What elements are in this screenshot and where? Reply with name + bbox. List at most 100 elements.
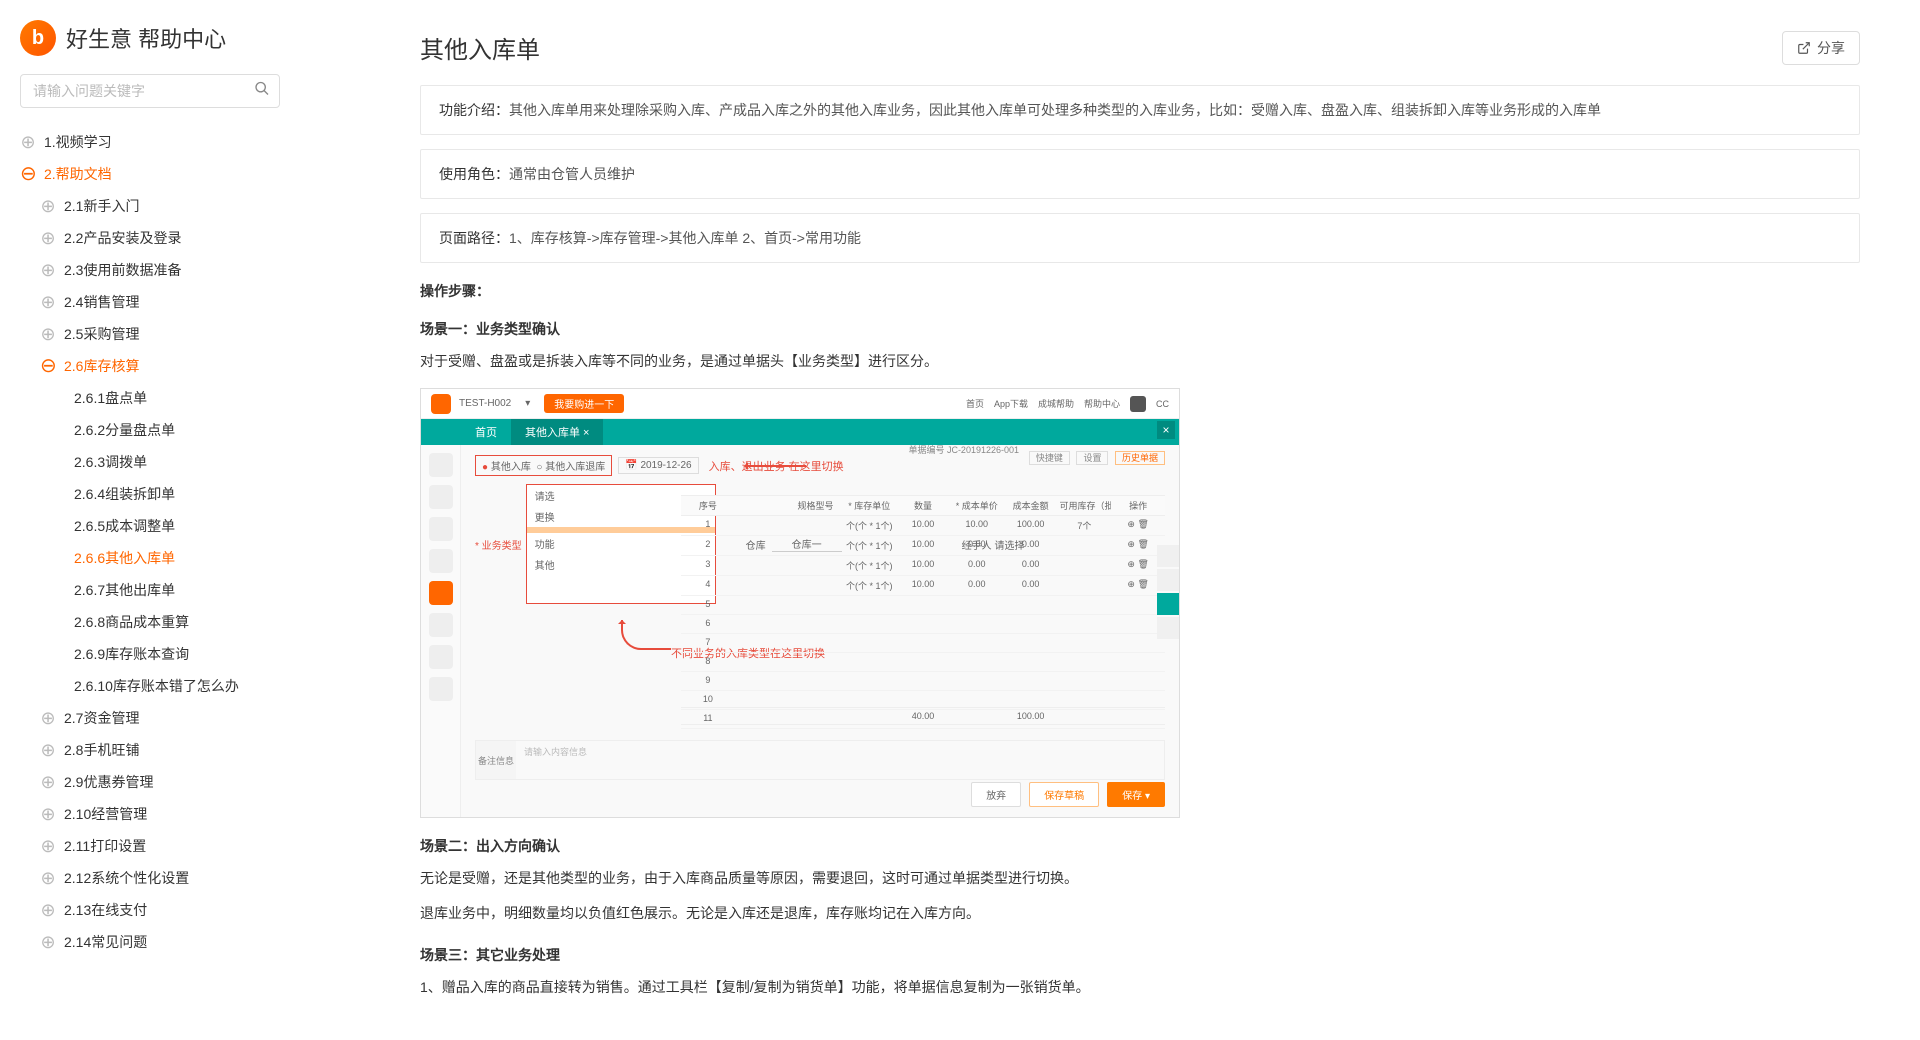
steps-label: 操作步骤：: [420, 281, 1860, 301]
nav-label: 2.6.7其他出库单: [74, 574, 175, 606]
scene2-p1: 无论是受赠，还是其他类型的业务，由于入库商品质量等原因，需要退回，这时可通过单据…: [420, 866, 1860, 891]
nav-label: 2.10经营管理: [64, 798, 147, 830]
nav-2-6-5[interactable]: 2.6.5成本调整单: [74, 510, 280, 542]
nav-2-3[interactable]: ⊕2.3使用前数据准备: [40, 254, 280, 286]
nav-2-10[interactable]: ⊕ 2.10经营管理: [40, 798, 280, 830]
logo-text: 好生意 帮助中心: [66, 22, 226, 54]
ss-logo-icon: [431, 394, 451, 414]
nav-2-6-2[interactable]: 2.6.2分量盘点单: [74, 414, 280, 446]
nav-label: 2.6.8商品成本重算: [74, 606, 189, 638]
minus-icon: ⊖: [20, 164, 36, 184]
logo-icon: b: [20, 20, 56, 56]
share-icon: [1797, 41, 1811, 55]
share-label: 分享: [1817, 38, 1845, 58]
nav-label: 2.1新手入门: [64, 190, 139, 222]
nav-label: 1.视频学习: [44, 126, 112, 158]
nav-label: 2.6库存核算: [64, 350, 139, 382]
nav-2-6-7[interactable]: 2.6.7其他出库单: [74, 574, 280, 606]
ss-chk3: 历史单据: [1115, 451, 1165, 465]
ss-btn-cancel: 放弃: [971, 782, 1021, 807]
nav-label: 2.2产品安装及登录: [64, 222, 181, 254]
plus-icon: ⊕: [20, 133, 36, 151]
plus-icon: ⊕: [40, 229, 56, 247]
ss-date: 2019-12-26: [640, 460, 691, 471]
nav-2-2[interactable]: ⊕ 2.2产品安装及登录: [40, 222, 280, 254]
minus-icon: ⊖: [40, 356, 56, 376]
page-title: 其他入库单: [420, 30, 540, 65]
nav-label: 2.14常见问题: [64, 926, 147, 958]
nav-2-6-1[interactable]: 2.6.1盘点单: [74, 382, 280, 414]
ss-doc-no: 单据编号 JC-20191226-001: [908, 443, 1019, 456]
nav-2-6-4[interactable]: 2.6.4组装拆卸单: [74, 478, 280, 510]
plus-icon: ⊕: [40, 805, 56, 823]
plus-icon: ⊕: [40, 197, 56, 215]
nav-2[interactable]: ⊖2.帮助文档: [20, 158, 280, 190]
ss-app: App下载: [994, 397, 1028, 410]
ss-bizlabel: * 业务类型: [475, 537, 522, 552]
nav-label: 2.6.1盘点单: [74, 382, 147, 414]
avatar-icon: [1130, 396, 1146, 412]
logo: b 好生意 帮助中心: [20, 20, 280, 56]
nav-2-7[interactable]: ⊕2.7资金管理: [40, 702, 280, 734]
nav-2-14[interactable]: ⊕ 2.14常见问题: [40, 926, 280, 958]
ss-test: TEST-H002: [459, 398, 511, 409]
scene3-p1: 1、赠品入库的商品直接转为销售。通过工具栏【复制/复制为销货单】功能，将单据信息…: [420, 975, 1860, 1000]
share-button[interactable]: 分享: [1782, 31, 1860, 65]
nav-label: 2.6.4组装拆卸单: [74, 478, 175, 510]
nav-label: 2.13在线支付: [64, 894, 147, 926]
nav-2-6[interactable]: ⊖ 2.6库存核算: [40, 350, 280, 382]
nav-label: 2.9优惠券管理: [64, 766, 153, 798]
nav-label: 2.11打印设置: [64, 830, 146, 862]
nav-2-5[interactable]: ⊕2.5采购管理: [40, 318, 280, 350]
nav-1[interactable]: ⊕ 1.视频学习: [20, 126, 280, 158]
ss-remark-ph: 请输入内容信息: [516, 741, 1164, 779]
nav-label: 2.4销售管理: [64, 286, 139, 318]
ss-total-qty: 40.00: [896, 708, 950, 724]
nav-label: 2.6.3调拨单: [74, 446, 147, 478]
nav-2-6-10[interactable]: 2.6.10库存账本错了怎么办: [74, 670, 280, 702]
nav-label: 2.6.5成本调整单: [74, 510, 175, 542]
ss-btn-save: 保存 ▾: [1107, 782, 1165, 807]
plus-icon: ⊕: [40, 741, 56, 759]
nav-label: 2.3使用前数据准备: [64, 254, 181, 286]
nav-2-6-9[interactable]: 2.6.9库存账本查询: [74, 638, 280, 670]
nav-2-12[interactable]: ⊕ 2.12系统个性化设置: [40, 862, 280, 894]
nav-2-8[interactable]: ⊕ 2.8手机旺铺: [40, 734, 280, 766]
plus-icon: ⊕: [40, 901, 56, 919]
intro-label: 功能介绍：: [439, 102, 509, 118]
nav-2-4[interactable]: ⊕ 2.4销售管理: [40, 286, 280, 318]
scene2-p2: 退库业务中，明细数量均以负值红色展示。无论是入库还是退库，库存账均记在入库方向。: [420, 901, 1860, 926]
ss-remark-label: 备注信息: [476, 741, 516, 779]
nav-2-6-3[interactable]: 2.6.3调拨单: [74, 446, 280, 478]
embedded-screenshot: TEST-H002 ▾ 我要购进一下 首页 App下载 成城帮助 帮助中心 CC…: [420, 388, 1180, 818]
plus-icon: ⊕: [40, 709, 56, 727]
role-text: 通常由仓管人员维护: [509, 166, 635, 182]
scene2-title: 场景二：出入方向确认: [420, 836, 1860, 856]
ss-chk2: 设置: [1076, 451, 1108, 465]
nav-2-11[interactable]: ⊕ 2.11打印设置: [40, 830, 280, 862]
nav-label: 2.8手机旺铺: [64, 734, 139, 766]
nav-label: 2.12系统个性化设置: [64, 862, 189, 894]
close-icon: ×: [1157, 421, 1175, 439]
ss-orange-btn: 我要购进一下: [544, 394, 624, 413]
ss-chk1: 快捷键: [1029, 451, 1070, 465]
plus-icon: ⊕: [40, 869, 56, 887]
ss-home: 首页: [966, 397, 984, 410]
plus-icon: ⊕: [40, 933, 56, 951]
nav-label: 2.6.2分量盘点单: [74, 414, 175, 446]
nav-label: 2.6.9库存账本查询: [74, 638, 189, 670]
nav-2-9[interactable]: ⊕ 2.9优惠券管理: [40, 766, 280, 798]
ss-total-amt: 100.00: [1004, 708, 1058, 724]
ss-tab-current: 其他入库单 ×: [511, 419, 603, 445]
intro-text: 其他入库单用来处理除采购入库、产成品入库之外的其他入库业务，因此其他入库单可处理…: [509, 102, 1601, 118]
plus-icon: ⊕: [40, 773, 56, 791]
ss-tab-home: 首页: [461, 419, 511, 445]
plus-icon: ⊕: [40, 325, 56, 343]
nav-2-1[interactable]: ⊕ 2.1新手入门: [40, 190, 280, 222]
search-input[interactable]: [20, 74, 280, 108]
nav-2-6-6[interactable]: 2.6.6其他入库单: [74, 542, 280, 574]
plus-icon: ⊕: [40, 837, 56, 855]
nav-2-13[interactable]: ⊕ 2.13在线支付: [40, 894, 280, 926]
nav-2-6-8[interactable]: 2.6.8商品成本重算: [74, 606, 280, 638]
plus-icon: ⊕: [40, 293, 56, 311]
